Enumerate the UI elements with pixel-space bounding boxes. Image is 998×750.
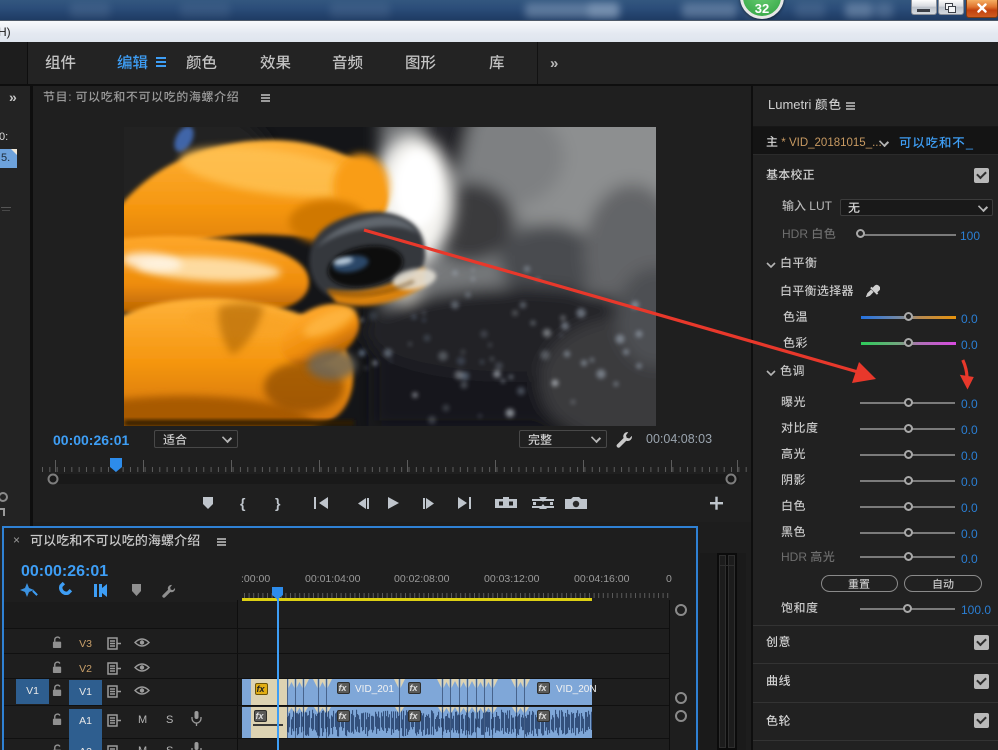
svg-text:}: } <box>275 495 281 511</box>
svg-text:{: { <box>240 495 246 511</box>
